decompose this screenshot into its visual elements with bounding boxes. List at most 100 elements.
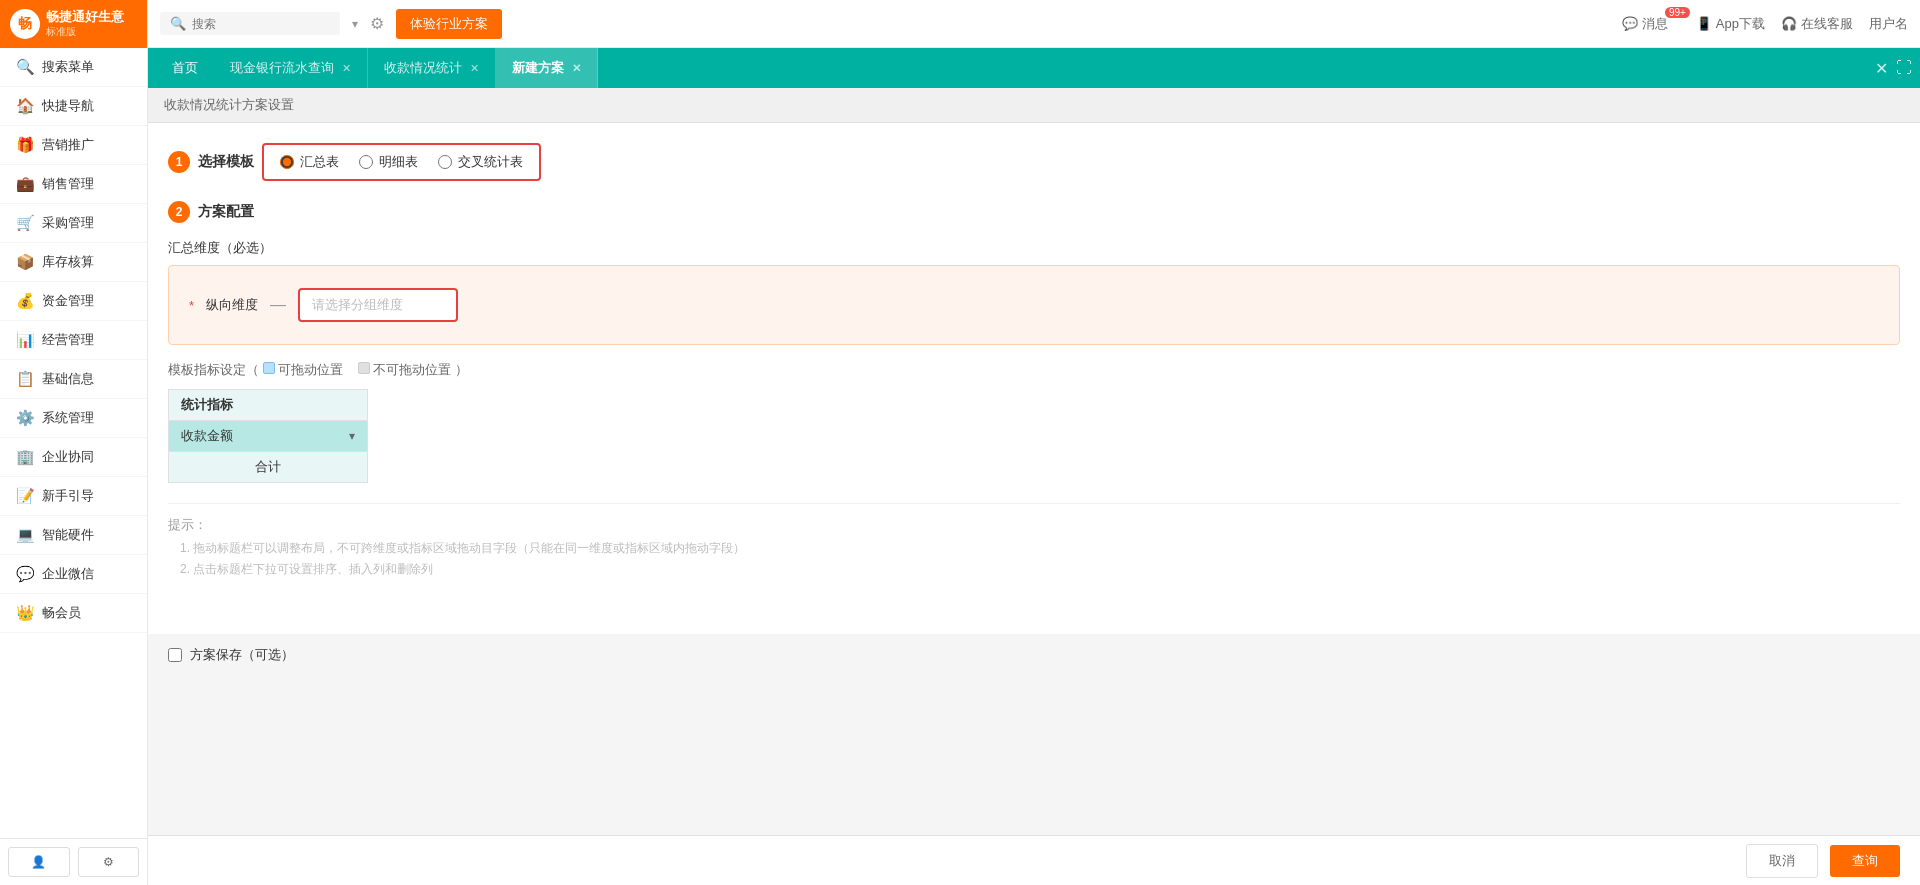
step2-header: 2 方案配置	[168, 201, 1900, 223]
sidebar-item-guide[interactable]: 📝 新手引导	[0, 477, 147, 516]
step1-badge: 1	[168, 151, 190, 173]
app-icon: 📱	[1696, 16, 1712, 31]
sidebar-item-hardware[interactable]: 💻 智能硬件	[0, 516, 147, 555]
industry-btn[interactable]: 体验行业方案	[396, 9, 502, 39]
sidebar-item-quick-nav[interactable]: 🏠 快捷导航	[0, 87, 147, 126]
message-btn[interactable]: 💬 消息 99+	[1622, 15, 1680, 33]
radio-detail-input[interactable]	[359, 155, 373, 169]
tab-label: 新建方案	[512, 59, 564, 77]
support-icon: 🎧	[1781, 16, 1797, 31]
arrow-icon: —	[270, 296, 286, 314]
gear-icon[interactable]: ⚙	[370, 14, 384, 33]
tips-title: 提示：	[168, 516, 1900, 534]
sidebar-item-member[interactable]: 👑 畅会员	[0, 594, 147, 633]
tab-receipt-stat[interactable]: 收款情况统计 ✕	[368, 48, 496, 88]
sidebar-item-sales[interactable]: 💼 销售管理	[0, 165, 147, 204]
indicator-table-total-row: 合计	[169, 452, 367, 482]
page-body: 1 选择模板 汇总表 明细表 交叉统计表	[148, 123, 1920, 634]
tab-label: 收款情况统计	[384, 59, 462, 77]
wechat-icon: 💬	[16, 565, 34, 583]
cart-icon: 🛒	[16, 214, 34, 232]
query-button[interactable]: 查询	[1830, 845, 1900, 877]
tab-label: 现金银行流水查询	[230, 59, 334, 77]
radio-cross-label: 交叉统计表	[458, 153, 523, 171]
logo-text-wrap: 畅捷通好生意 标准版	[46, 9, 124, 39]
search-input[interactable]	[192, 17, 322, 31]
online-support-label: 在线客服	[1801, 15, 1853, 33]
search-box[interactable]: 🔍	[160, 12, 340, 35]
sidebar-item-label: 资金管理	[42, 292, 94, 310]
radio-summary[interactable]: 汇总表	[280, 153, 339, 171]
radio-summary-label: 汇总表	[300, 153, 339, 171]
gift-icon: 🎁	[16, 136, 34, 154]
close-icon[interactable]: ✕	[342, 62, 351, 75]
box-icon: 📦	[16, 253, 34, 271]
page-header-title: 收款情况统计方案设置	[164, 97, 294, 112]
sidebar-item-finance[interactable]: 💰 资金管理	[0, 282, 147, 321]
tab-cash-flow[interactable]: 现金银行流水查询 ✕	[214, 48, 368, 88]
building-icon: 🏢	[16, 448, 34, 466]
step2-title: 方案配置	[198, 203, 254, 221]
tab-window-actions: ✕ ⛶	[1875, 59, 1912, 78]
step2-badge: 2	[168, 201, 190, 223]
online-support-btn[interactable]: 🎧 在线客服	[1781, 15, 1853, 33]
hardware-icon: 💻	[16, 526, 34, 544]
sidebar-item-base-info[interactable]: 📋 基础信息	[0, 360, 147, 399]
search-icon: 🔍	[16, 58, 34, 76]
topbar-right: 💬 消息 99+ 📱 App下载 🎧 在线客服 用户名	[1622, 15, 1908, 33]
sidebar-item-label: 采购管理	[42, 214, 94, 232]
sidebar-item-purchase[interactable]: 🛒 采购管理	[0, 204, 147, 243]
save-label: 方案保存（可选）	[190, 646, 294, 664]
topbar: 🔍 ▾ ⚙ 体验行业方案 💬 消息 99+ 📱 App下载 🎧 在线客服 用户名	[148, 0, 1920, 48]
sidebar-item-enterprise[interactable]: 🏢 企业协同	[0, 438, 147, 477]
main-area: 🔍 ▾ ⚙ 体验行业方案 💬 消息 99+ 📱 App下载 🎧 在线客服 用户名…	[148, 0, 1920, 885]
sidebar-user-btn[interactable]: 👤	[8, 847, 70, 877]
chevron-down-icon[interactable]: ▾	[352, 17, 358, 31]
sidebar-item-wechat[interactable]: 💬 企业微信	[0, 555, 147, 594]
tab-new-plan[interactable]: 新建方案 ✕	[496, 48, 598, 88]
app-download-btn[interactable]: 📱 App下载	[1696, 15, 1765, 33]
indicator-cell-amount[interactable]: 收款金额 ▾	[169, 421, 367, 452]
dim-select[interactable]: 请选择分组维度	[298, 288, 458, 322]
radio-summary-input[interactable]	[280, 155, 294, 169]
app-download-label: App下载	[1716, 15, 1765, 33]
sidebar-item-label: 企业微信	[42, 565, 94, 583]
sidebar-item-search[interactable]: 🔍 搜索菜单	[0, 48, 147, 87]
sidebar-settings-btn[interactable]: ⚙	[78, 847, 140, 877]
close-icon[interactable]: ✕	[572, 62, 581, 75]
draggable-legend-label: 可拖动位置	[278, 362, 343, 377]
radio-detail[interactable]: 明细表	[359, 153, 418, 171]
indicator-table: 统计指标 收款金额 ▾ 合计	[168, 389, 368, 483]
content-area: 收款情况统计方案设置 1 选择模板 汇总表 明细表	[148, 88, 1920, 885]
sidebar-item-label: 快捷导航	[42, 97, 94, 115]
radio-cross[interactable]: 交叉统计表	[438, 153, 523, 171]
maximize-icon[interactable]: ⛶	[1896, 59, 1912, 78]
dim-label: 汇总维度（必选）	[168, 239, 1900, 257]
sidebar-item-label: 经营管理	[42, 331, 94, 349]
indicator-total-label: 合计	[181, 458, 355, 476]
sidebar: 畅 畅捷通好生意 标准版 🔍 搜索菜单 🏠 快捷导航 🎁 营销推广 💼 销售管理…	[0, 0, 148, 885]
close-icon[interactable]: ✕	[470, 62, 479, 75]
search-icon: 🔍	[170, 16, 186, 31]
page-header: 收款情况统计方案设置	[148, 88, 1920, 123]
sidebar-item-label: 营销推广	[42, 136, 94, 154]
briefcase-icon: 💼	[16, 175, 34, 193]
sidebar-item-label: 企业协同	[42, 448, 94, 466]
guide-icon: 📝	[16, 487, 34, 505]
sidebar-item-label: 智能硬件	[42, 526, 94, 544]
vertical-dim-label: 纵向维度	[206, 296, 258, 314]
user-info[interactable]: 用户名	[1869, 15, 1908, 33]
save-checkbox[interactable]	[168, 648, 182, 662]
sidebar-item-label: 新手引导	[42, 487, 94, 505]
sidebar-item-marketing[interactable]: 🎁 营销推广	[0, 126, 147, 165]
indicator-section: 模板指标设定（ 可拖动位置 不可拖动位置 ） 统计指标 收款金额	[168, 361, 1900, 483]
close-window-icon[interactable]: ✕	[1875, 59, 1888, 78]
indicator-title-text: 模板指标设定（	[168, 362, 259, 377]
sidebar-item-inventory[interactable]: 📦 库存核算	[0, 243, 147, 282]
logo-title: 畅捷通好生意	[46, 9, 124, 25]
cancel-button[interactable]: 取消	[1746, 844, 1818, 878]
tab-home[interactable]: 首页	[156, 48, 214, 88]
radio-cross-input[interactable]	[438, 155, 452, 169]
sidebar-item-system[interactable]: ⚙️ 系统管理	[0, 399, 147, 438]
sidebar-item-operations[interactable]: 📊 经营管理	[0, 321, 147, 360]
